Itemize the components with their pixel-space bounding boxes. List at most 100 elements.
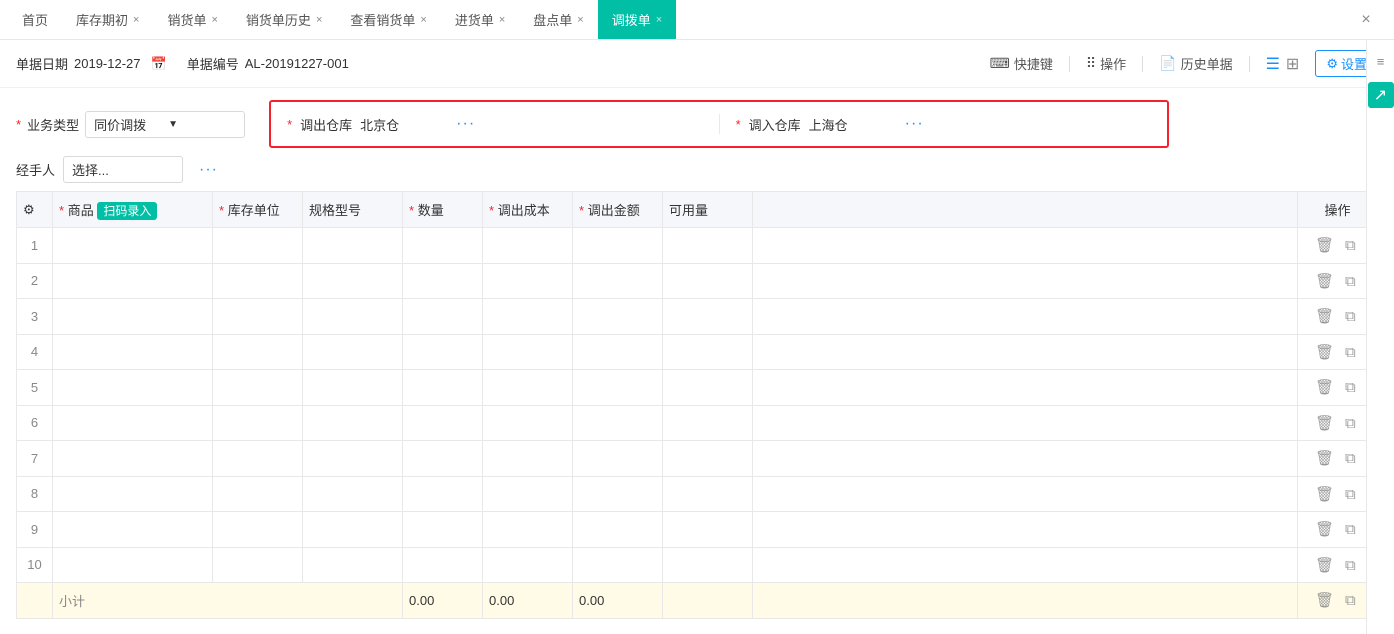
row-delete-icon[interactable]: 🗑 <box>1314 483 1336 505</box>
row-copy-icon[interactable]: ⧉ <box>1339 483 1361 505</box>
row-product-cell[interactable] <box>53 512 213 548</box>
row-unit-cell[interactable] <box>213 512 303 548</box>
row-spec-cell[interactable] <box>303 370 403 406</box>
sidebar-list-icon[interactable]: ≡ <box>1368 48 1394 74</box>
sidebar-export-icon[interactable]: ↗ <box>1368 82 1394 108</box>
row-qty-cell[interactable] <box>403 334 483 370</box>
row-product-cell[interactable] <box>53 476 213 512</box>
row-qty-cell[interactable] <box>403 299 483 335</box>
row-unit-cell[interactable] <box>213 441 303 477</box>
tab-home[interactable]: 首页 <box>8 0 62 39</box>
tab-close-sales-order[interactable]: × <box>211 14 217 26</box>
row-delete-icon[interactable]: 🗑 <box>1314 234 1336 256</box>
person-input[interactable]: 选择... <box>63 156 183 183</box>
list-view-icon[interactable]: ☰ <box>1266 54 1280 74</box>
row-amount-cell[interactable] <box>573 370 663 406</box>
tab-close-sales-history[interactable]: × <box>316 14 322 26</box>
transfer-out-more-button[interactable]: ··· <box>456 115 475 133</box>
row-product-cell[interactable] <box>53 405 213 441</box>
row-amount-cell[interactable] <box>573 263 663 299</box>
row-amount-cell[interactable] <box>573 441 663 477</box>
row-delete-icon[interactable]: 🗑 <box>1314 376 1336 398</box>
row-copy-icon[interactable]: ⧉ <box>1339 270 1361 292</box>
row-cost-cell[interactable] <box>483 228 573 264</box>
row-qty-cell[interactable] <box>403 405 483 441</box>
tab-view-sales[interactable]: 查看销货单 × <box>336 0 440 39</box>
row-spec-cell[interactable] <box>303 299 403 335</box>
row-spec-cell[interactable] <box>303 512 403 548</box>
row-cost-cell[interactable] <box>483 405 573 441</box>
calendar-icon[interactable]: 📅 <box>151 56 167 72</box>
row-qty-cell[interactable] <box>403 476 483 512</box>
row-delete-icon[interactable]: 🗑 <box>1314 412 1336 434</box>
row-qty-cell[interactable] <box>403 441 483 477</box>
row-unit-cell[interactable] <box>213 476 303 512</box>
row-product-cell[interactable] <box>53 263 213 299</box>
row-copy-icon[interactable]: ⧉ <box>1339 306 1361 328</box>
row-amount-cell[interactable] <box>573 405 663 441</box>
tab-transfer-order[interactable]: 调拨单 × <box>598 0 676 39</box>
row-delete-icon[interactable]: 🗑 <box>1314 341 1336 363</box>
row-delete-icon[interactable]: 🗑 <box>1314 518 1336 540</box>
tab-inventory-init[interactable]: 库存期初 × <box>62 0 153 39</box>
row-cost-cell[interactable] <box>483 547 573 583</box>
row-qty-cell[interactable] <box>403 547 483 583</box>
business-type-input[interactable]: 同价调拨 ▼ <box>85 111 245 138</box>
grid-view-icon[interactable]: ⊞ <box>1286 54 1299 74</box>
row-amount-cell[interactable] <box>573 512 663 548</box>
row-delete-icon[interactable]: 🗑 <box>1314 270 1336 292</box>
row-unit-cell[interactable] <box>213 405 303 441</box>
row-delete-icon[interactable]: 🗑 <box>1314 554 1336 576</box>
row-copy-icon[interactable]: ⧉ <box>1339 412 1361 434</box>
row-product-cell[interactable] <box>53 547 213 583</box>
person-more-button[interactable]: ··· <box>199 161 218 179</box>
row-copy-icon[interactable]: ⧉ <box>1339 590 1361 612</box>
tab-close-purchase-order[interactable]: × <box>499 14 505 26</box>
row-cost-cell[interactable] <box>483 299 573 335</box>
row-product-cell[interactable] <box>53 228 213 264</box>
tab-close-transfer-order[interactable]: × <box>656 14 662 26</box>
row-qty-cell[interactable] <box>403 228 483 264</box>
row-spec-cell[interactable] <box>303 441 403 477</box>
tab-purchase-order[interactable]: 进货单 × <box>441 0 519 39</box>
row-cost-cell[interactable] <box>483 334 573 370</box>
row-product-cell[interactable] <box>53 370 213 406</box>
row-spec-cell[interactable] <box>303 405 403 441</box>
tab-stocktake[interactable]: 盘点单 × <box>519 0 597 39</box>
row-product-cell[interactable] <box>53 441 213 477</box>
row-unit-cell[interactable] <box>213 547 303 583</box>
row-unit-cell[interactable] <box>213 299 303 335</box>
tab-sales-order[interactable]: 销货单 × <box>153 0 231 39</box>
row-product-cell[interactable] <box>53 334 213 370</box>
row-amount-cell[interactable] <box>573 476 663 512</box>
row-qty-cell[interactable] <box>403 263 483 299</box>
row-spec-cell[interactable] <box>303 334 403 370</box>
transfer-in-more-button[interactable]: ··· <box>905 115 924 133</box>
row-spec-cell[interactable] <box>303 547 403 583</box>
history-button[interactable]: 📄 历史单据 <box>1159 54 1232 73</box>
row-amount-cell[interactable] <box>573 334 663 370</box>
row-delete-icon[interactable]: 🗑 <box>1314 447 1336 469</box>
row-cost-cell[interactable] <box>483 476 573 512</box>
scan-button[interactable]: 扫码录入 <box>97 202 157 220</box>
shortcut-key-button[interactable]: ⌨ 快捷键 <box>990 54 1053 73</box>
row-delete-icon[interactable]: 🗑 <box>1314 305 1336 327</box>
tab-close-stocktake[interactable]: × <box>577 14 583 26</box>
col-header-gear[interactable]: ⚙ <box>17 192 53 228</box>
row-copy-icon[interactable]: ⧉ <box>1339 235 1361 257</box>
row-qty-cell[interactable] <box>403 370 483 406</box>
row-product-cell[interactable] <box>53 299 213 335</box>
row-copy-icon[interactable]: ⧉ <box>1339 448 1361 470</box>
row-spec-cell[interactable] <box>303 228 403 264</box>
row-cost-cell[interactable] <box>483 441 573 477</box>
row-cost-cell[interactable] <box>483 263 573 299</box>
row-cost-cell[interactable] <box>483 370 573 406</box>
row-amount-cell[interactable] <box>573 547 663 583</box>
row-delete-icon[interactable]: 🗑 <box>1314 589 1336 611</box>
row-unit-cell[interactable] <box>213 228 303 264</box>
row-copy-icon[interactable]: ⧉ <box>1339 554 1361 576</box>
tab-close-view-sales[interactable]: × <box>420 14 426 26</box>
row-qty-cell[interactable] <box>403 512 483 548</box>
row-unit-cell[interactable] <box>213 370 303 406</box>
row-cost-cell[interactable] <box>483 512 573 548</box>
